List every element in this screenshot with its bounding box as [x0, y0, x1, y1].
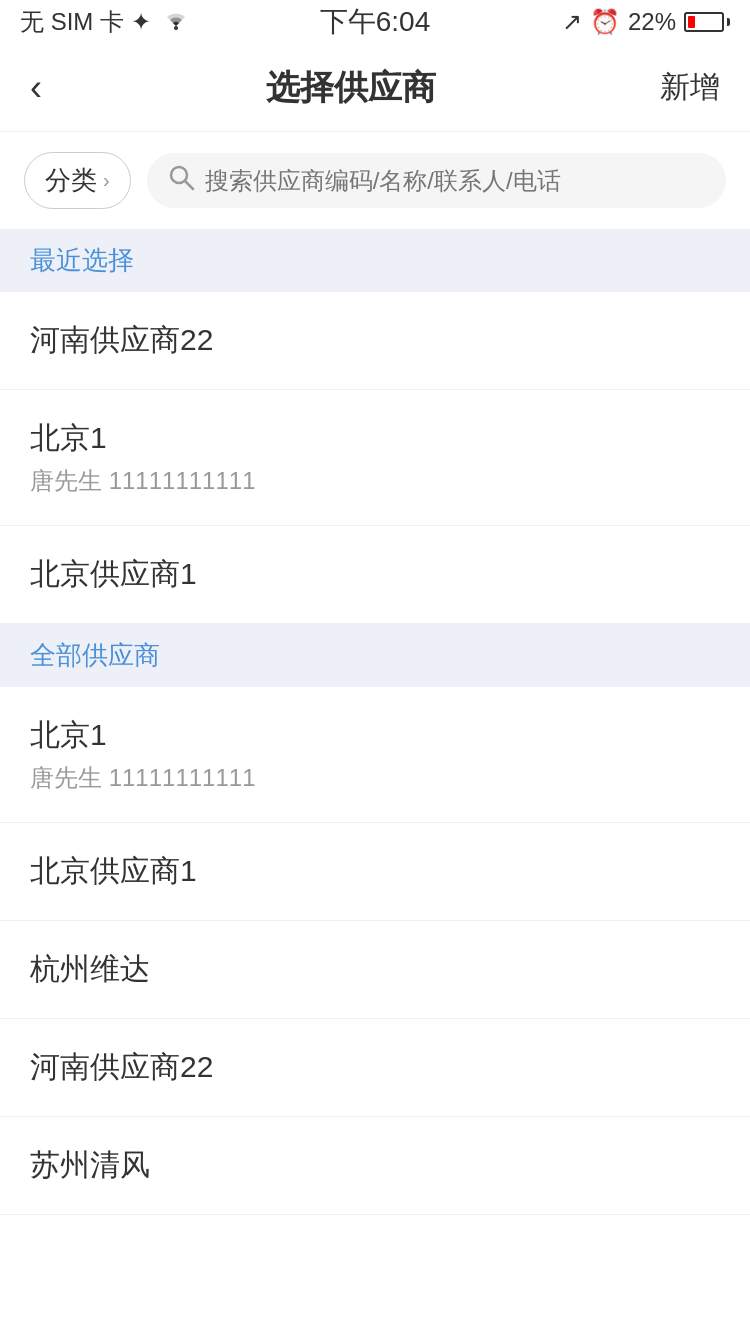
list-item[interactable]: 杭州维达	[0, 921, 750, 1019]
category-label: 分类	[45, 163, 97, 198]
status-bar: 无 SIM 卡 ✦ 下午6:04 ↗ ⏰ 22%	[0, 0, 750, 44]
list-item[interactable]: 河南供应商22	[0, 292, 750, 390]
item-name: 北京1	[30, 418, 720, 459]
item-name: 河南供应商22	[30, 320, 720, 361]
back-button[interactable]: ‹	[30, 67, 42, 109]
item-name: 北京1	[30, 715, 720, 756]
section-header-recent: 最近选择	[0, 229, 750, 292]
chevron-right-icon: ›	[103, 169, 110, 192]
section-header-label-all: 全部供应商	[30, 640, 160, 670]
sim-status: 无 SIM 卡 ✦	[20, 6, 151, 38]
item-name: 苏州清风	[30, 1145, 720, 1186]
wifi-icon	[161, 8, 191, 36]
list-item[interactable]: 北京1 唐先生 11111111111	[0, 687, 750, 823]
category-filter-button[interactable]: 分类 ›	[24, 152, 131, 209]
item-name: 河南供应商22	[30, 1047, 720, 1088]
list-item[interactable]: 北京供应商1	[0, 823, 750, 921]
filter-bar: 分类 ›	[0, 132, 750, 229]
item-subtitle: 唐先生 11111111111	[30, 465, 720, 497]
list-item[interactable]: 北京1 唐先生 11111111111	[0, 390, 750, 526]
svg-point-0	[174, 26, 178, 30]
item-name: 北京供应商1	[30, 851, 720, 892]
item-name: 北京供应商1	[30, 554, 720, 595]
nav-bar: ‹ 选择供应商 新增	[0, 44, 750, 132]
battery-percent: 22%	[628, 8, 676, 36]
supplier-list: 最近选择河南供应商22 北京1 唐先生 11111111111 北京供应商1 全部供应商…	[0, 229, 750, 1215]
section-header-all: 全部供应商	[0, 624, 750, 687]
list-item[interactable]: 苏州清风	[0, 1117, 750, 1215]
nav-title: 选择供应商	[266, 65, 436, 111]
section-header-label-recent: 最近选择	[30, 245, 134, 275]
search-bar[interactable]	[147, 153, 726, 208]
svg-line-2	[185, 181, 193, 189]
location-icon: ↗	[562, 8, 582, 36]
status-left: 无 SIM 卡 ✦	[20, 6, 191, 38]
list-item[interactable]: 北京供应商1	[0, 526, 750, 624]
list-item[interactable]: 河南供应商22	[0, 1019, 750, 1117]
item-subtitle: 唐先生 11111111111	[30, 762, 720, 794]
search-input[interactable]	[205, 167, 706, 195]
new-supplier-button[interactable]: 新增	[660, 67, 720, 108]
status-time: 下午6:04	[320, 3, 431, 41]
item-name: 杭州维达	[30, 949, 720, 990]
alarm-icon: ⏰	[590, 8, 620, 36]
battery-indicator	[684, 12, 730, 32]
search-icon	[167, 163, 195, 198]
status-right: ↗ ⏰ 22%	[562, 8, 730, 36]
